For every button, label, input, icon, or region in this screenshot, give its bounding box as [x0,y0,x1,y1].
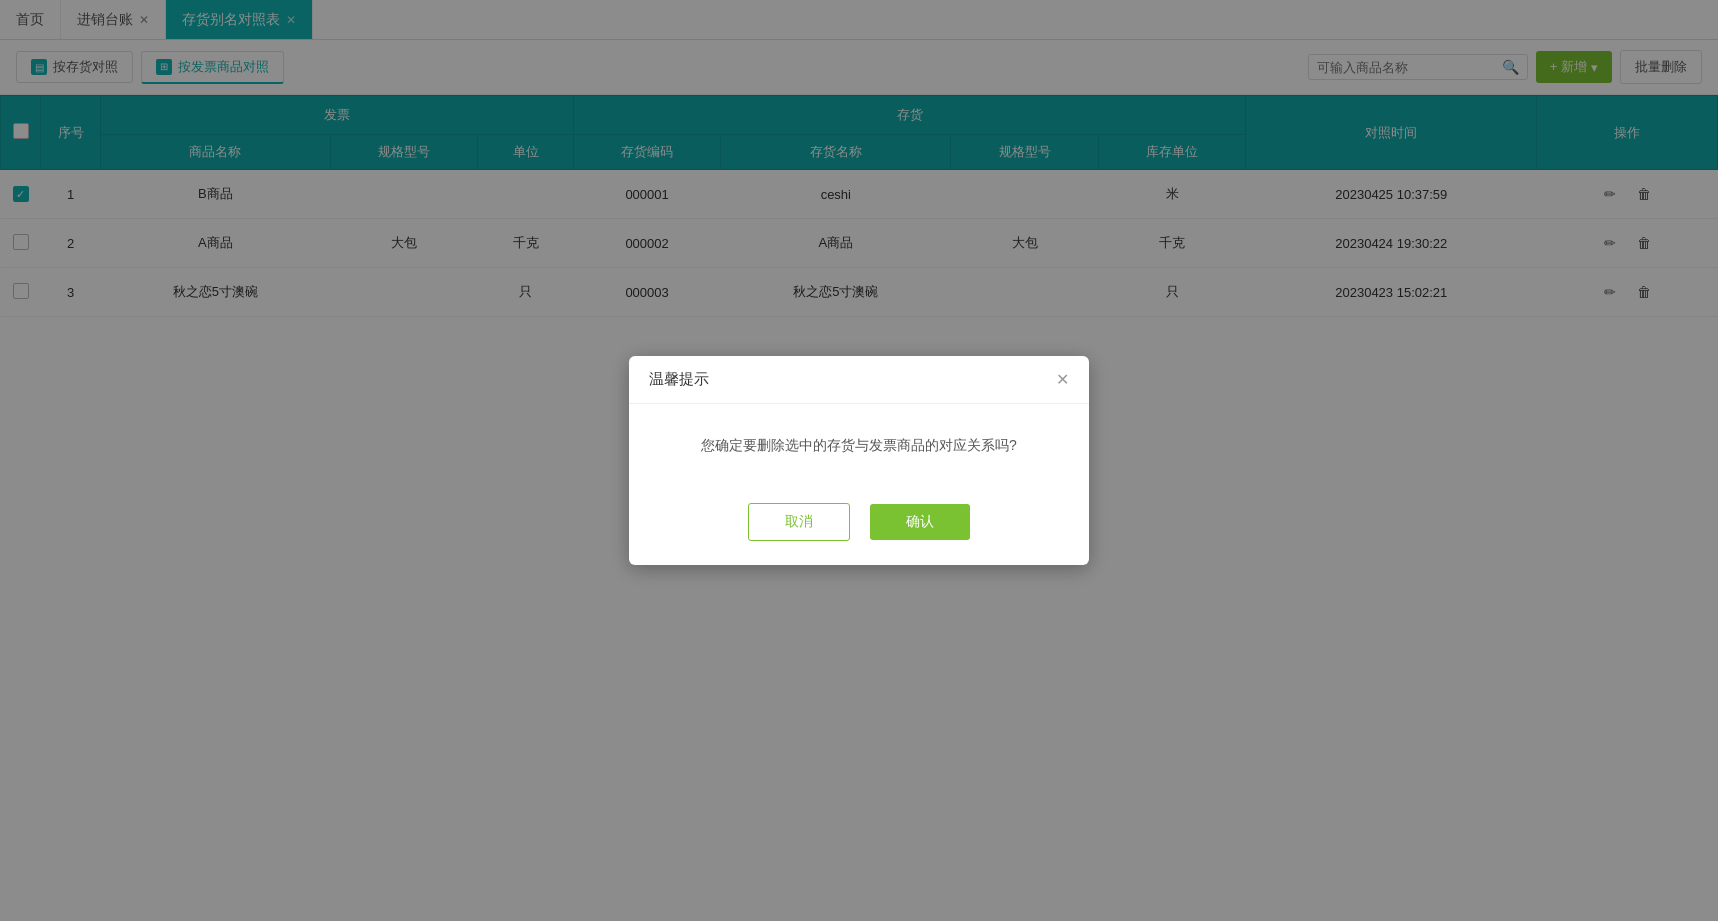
dialog-title: 温馨提示 [649,370,709,389]
dialog-close-button[interactable]: ✕ [1056,370,1069,389]
dialog-footer: 取消 确认 [629,487,1089,565]
overlay: 温馨提示 ✕ 您确定要删除选中的存货与发票商品的对应关系吗? 取消 确认 [0,0,1718,921]
dialog: 温馨提示 ✕ 您确定要删除选中的存货与发票商品的对应关系吗? 取消 确认 [629,356,1089,564]
dialog-message: 您确定要删除选中的存货与发票商品的对应关系吗? [701,437,1017,453]
dialog-body: 您确定要删除选中的存货与发票商品的对应关系吗? [629,404,1089,486]
dialog-confirm-button[interactable]: 确认 [870,504,970,540]
dialog-header: 温馨提示 ✕ [629,356,1089,404]
dialog-cancel-button[interactable]: 取消 [748,503,850,541]
